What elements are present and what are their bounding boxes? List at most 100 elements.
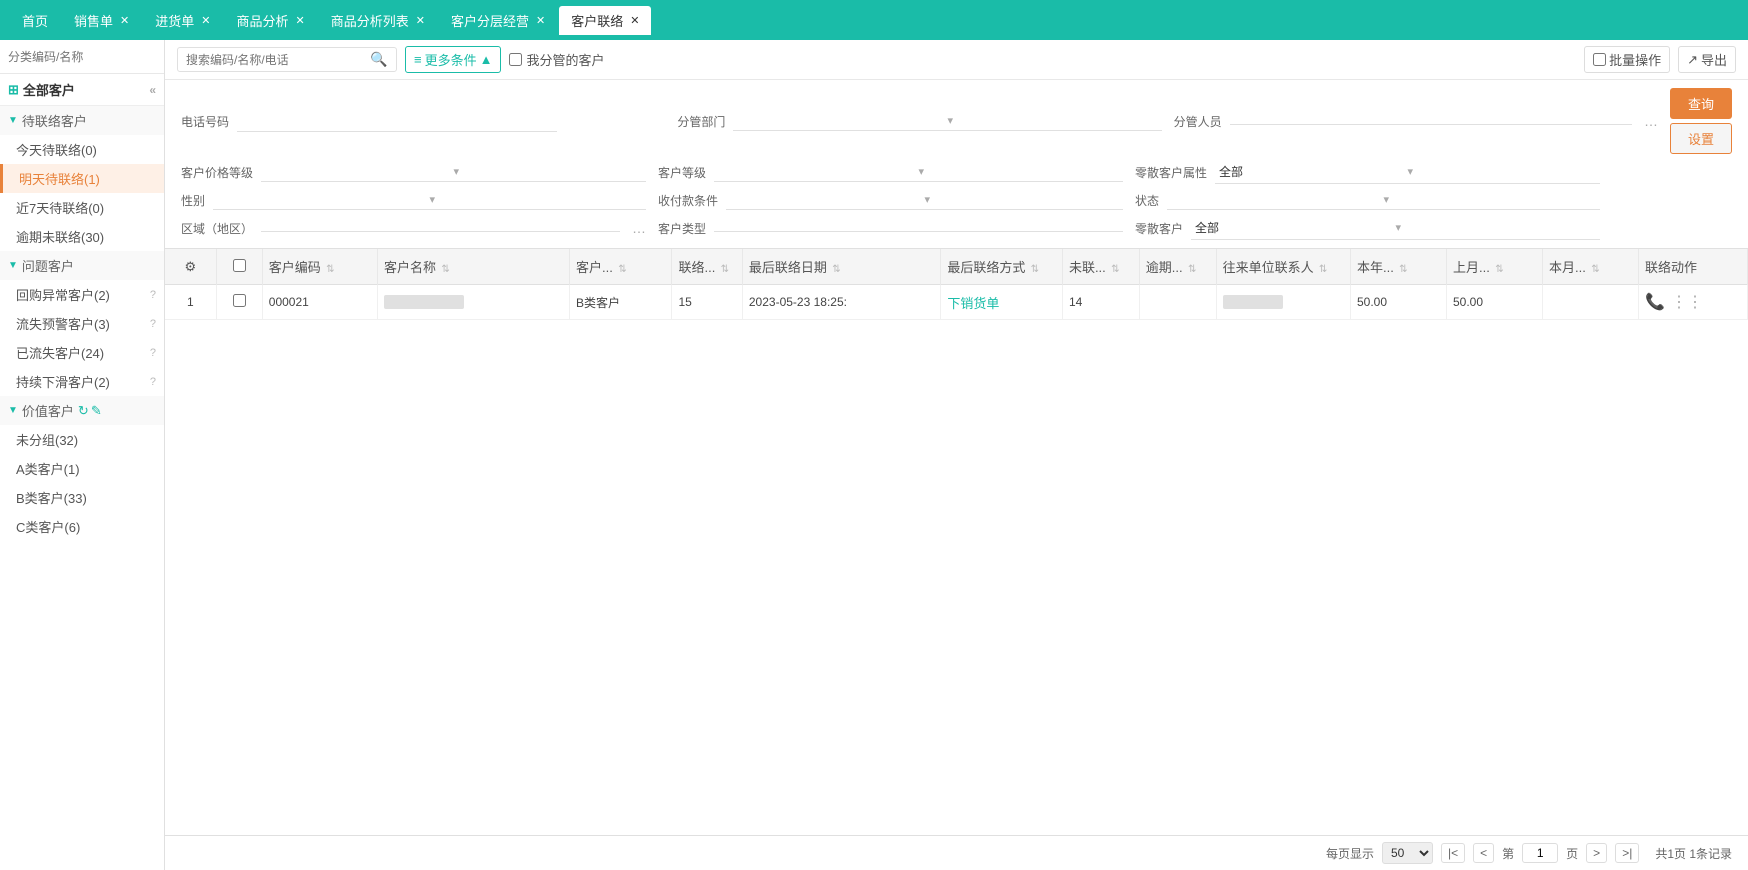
- help-icon-3[interactable]: ?: [150, 347, 156, 359]
- cust-grade-select[interactable]: ▾: [714, 162, 1123, 182]
- edit-value-icon[interactable]: ✎: [91, 403, 102, 419]
- gender-select[interactable]: ▾: [213, 190, 646, 210]
- cust-value-chevron-icon: ▾: [454, 165, 643, 178]
- sidebar-item-churn-warning[interactable]: 流失预警客户(3) ?: [0, 309, 164, 338]
- sidebar-item-a-class[interactable]: A类客户(1): [0, 454, 164, 483]
- status-select[interactable]: ▾: [1167, 190, 1600, 210]
- sidebar-item-churned[interactable]: 已流失客户(24) ?: [0, 338, 164, 367]
- sidebar-item-tomorrow[interactable]: 明天待联络(1): [0, 164, 164, 193]
- group-problem-customers[interactable]: ▼ 问题客户: [0, 251, 164, 280]
- td-contact-count: 15: [672, 285, 742, 320]
- sidebar-item-declining[interactable]: 持续下滑客户(2) ?: [0, 367, 164, 396]
- sort-unlinked-icon[interactable]: ⇅: [1111, 264, 1119, 275]
- sort-year-icon[interactable]: ⇅: [1399, 264, 1407, 275]
- select-all-checkbox[interactable]: [233, 259, 246, 272]
- sort-name-icon[interactable]: ⇅: [441, 264, 449, 275]
- sort-overdue-icon[interactable]: ⇅: [1188, 264, 1196, 275]
- dept-chevron-icon: ▾: [948, 114, 1158, 127]
- manager-dots-icon[interactable]: …: [1644, 113, 1658, 129]
- search-bar: 🔍 ≡ 更多条件 ▲ 我分管的客户 批量操作 ↗ 导出: [165, 40, 1748, 80]
- batch-ops-button[interactable]: 批量操作: [1584, 46, 1670, 73]
- close-product-analysis-list-icon[interactable]: ✕: [416, 14, 425, 27]
- manager-select[interactable]: [1230, 118, 1632, 125]
- my-customers-checkbox[interactable]: [509, 53, 522, 66]
- batch-ops-area: 批量操作 ↗ 导出: [1584, 46, 1736, 73]
- retail-attr-select[interactable]: 全部 ▾: [1215, 160, 1600, 184]
- th-settings[interactable]: ⚙: [165, 249, 216, 285]
- search-submit-icon[interactable]: 🔍: [370, 51, 387, 68]
- first-page-button[interactable]: |<: [1441, 843, 1465, 863]
- phone-action-icon[interactable]: 📞: [1645, 292, 1665, 312]
- close-sales-icon[interactable]: ✕: [120, 14, 129, 27]
- cust-type-select[interactable]: [714, 225, 1123, 232]
- nav-product-analysis[interactable]: 商品分析 ✕: [224, 6, 316, 35]
- sidebar-item-c-class[interactable]: C类客户(6): [0, 512, 164, 541]
- nav-purchase[interactable]: 进货单 ✕: [143, 6, 222, 35]
- payment-select[interactable]: ▾: [726, 190, 1123, 210]
- gender-chevron-icon: ▾: [430, 193, 643, 206]
- sidebar-item-7days[interactable]: 近7天待联络(0): [0, 193, 164, 222]
- nav-customer-layer[interactable]: 客户分层经营 ✕: [439, 6, 557, 35]
- settings-icon[interactable]: ⚙: [185, 259, 197, 274]
- sidebar-item-b-class[interactable]: B类客户(33): [0, 483, 164, 512]
- td-unlinked: 14: [1062, 285, 1139, 320]
- sort-date-icon[interactable]: ⇅: [832, 264, 840, 275]
- region-dots-icon[interactable]: …: [632, 220, 646, 236]
- sort-this-month-icon[interactable]: ⇅: [1591, 264, 1599, 275]
- sidebar-item-ungrouped[interactable]: 未分组(32): [0, 425, 164, 454]
- batch-checkbox[interactable]: [1593, 53, 1606, 66]
- close-product-analysis-icon[interactable]: ✕: [296, 14, 305, 27]
- row-checkbox[interactable]: [233, 294, 246, 307]
- sort-type-icon[interactable]: ⇅: [618, 264, 626, 275]
- help-icon-4[interactable]: ?: [150, 376, 156, 388]
- refresh-value-icon[interactable]: ↻: [78, 403, 89, 419]
- last-page-button[interactable]: >|: [1615, 843, 1639, 863]
- reset-button[interactable]: 设置: [1670, 123, 1732, 154]
- close-purchase-icon[interactable]: ✕: [201, 14, 210, 27]
- phone-input[interactable]: [237, 111, 557, 132]
- retail-customer-select[interactable]: 全部 ▾: [1191, 216, 1600, 240]
- my-customers-check[interactable]: 我分管的客户: [509, 50, 604, 69]
- export-button[interactable]: ↗ 导出: [1678, 46, 1736, 73]
- sidebar-item-repurchase[interactable]: 回购异常客户(2) ?: [0, 280, 164, 309]
- th-code: 客户编码 ⇅: [262, 249, 377, 285]
- region-select[interactable]: [261, 225, 620, 232]
- nav-customer-contact[interactable]: 客户联络 ✕: [559, 6, 651, 35]
- chevron-up-icon: ▲: [480, 52, 493, 67]
- td-action: 📞 ⋮⋮: [1639, 285, 1748, 320]
- query-button[interactable]: 查询: [1670, 88, 1732, 119]
- sidebar-search-input[interactable]: [8, 50, 163, 64]
- td-this-month: [1543, 285, 1639, 320]
- sidebar-item-overdue[interactable]: 逾期未联络(30): [0, 222, 164, 251]
- nav-product-analysis-list[interactable]: 商品分析列表 ✕: [319, 6, 437, 35]
- last-contact-method-link[interactable]: 下销货单: [947, 296, 999, 311]
- sort-method-icon[interactable]: ⇅: [1031, 264, 1039, 275]
- sort-code-icon[interactable]: ⇅: [326, 264, 334, 275]
- filter-row-1: 电话号码 分管部门 ▾ 分管人员 …: [181, 88, 1732, 154]
- dept-select[interactable]: ▾: [733, 111, 1161, 131]
- page-number-input[interactable]: [1522, 843, 1558, 863]
- sort-last-month-icon[interactable]: ⇅: [1495, 264, 1503, 275]
- page-size-select[interactable]: 50 100 200: [1382, 842, 1433, 864]
- top-navigation: 首页 销售单 ✕ 进货单 ✕ 商品分析 ✕ 商品分析列表 ✕ 客户分层经营 ✕ …: [0, 0, 1748, 40]
- close-customer-contact-icon[interactable]: ✕: [630, 14, 639, 27]
- search-input[interactable]: [186, 53, 366, 67]
- more-action-icon[interactable]: ⋮⋮: [1671, 292, 1703, 312]
- nav-sales[interactable]: 销售单 ✕: [62, 6, 141, 35]
- next-page-button[interactable]: >: [1586, 843, 1607, 863]
- th-action: 联络动作: [1639, 249, 1748, 285]
- sort-liaison-icon[interactable]: ⇅: [1319, 264, 1327, 275]
- nav-home[interactable]: 首页: [10, 6, 60, 35]
- collapse-icon[interactable]: «: [149, 83, 156, 97]
- group-pending-contact[interactable]: ▼ 待联络客户: [0, 106, 164, 135]
- prev-page-button[interactable]: <: [1473, 843, 1494, 863]
- sidebar-item-today[interactable]: 今天待联络(0): [0, 135, 164, 164]
- help-icon-2[interactable]: ?: [150, 318, 156, 330]
- filter-payment: 收付款条件 ▾: [658, 190, 1123, 210]
- more-conditions-btn[interactable]: ≡ 更多条件 ▲: [405, 46, 501, 73]
- sort-contact-count-icon[interactable]: ⇅: [721, 264, 729, 275]
- group-value-customers[interactable]: ▼ 价值客户 ↻ ✎: [0, 396, 164, 425]
- close-customer-layer-icon[interactable]: ✕: [536, 14, 545, 27]
- cust-value-select[interactable]: ▾: [261, 162, 646, 182]
- help-icon-1[interactable]: ?: [150, 289, 156, 301]
